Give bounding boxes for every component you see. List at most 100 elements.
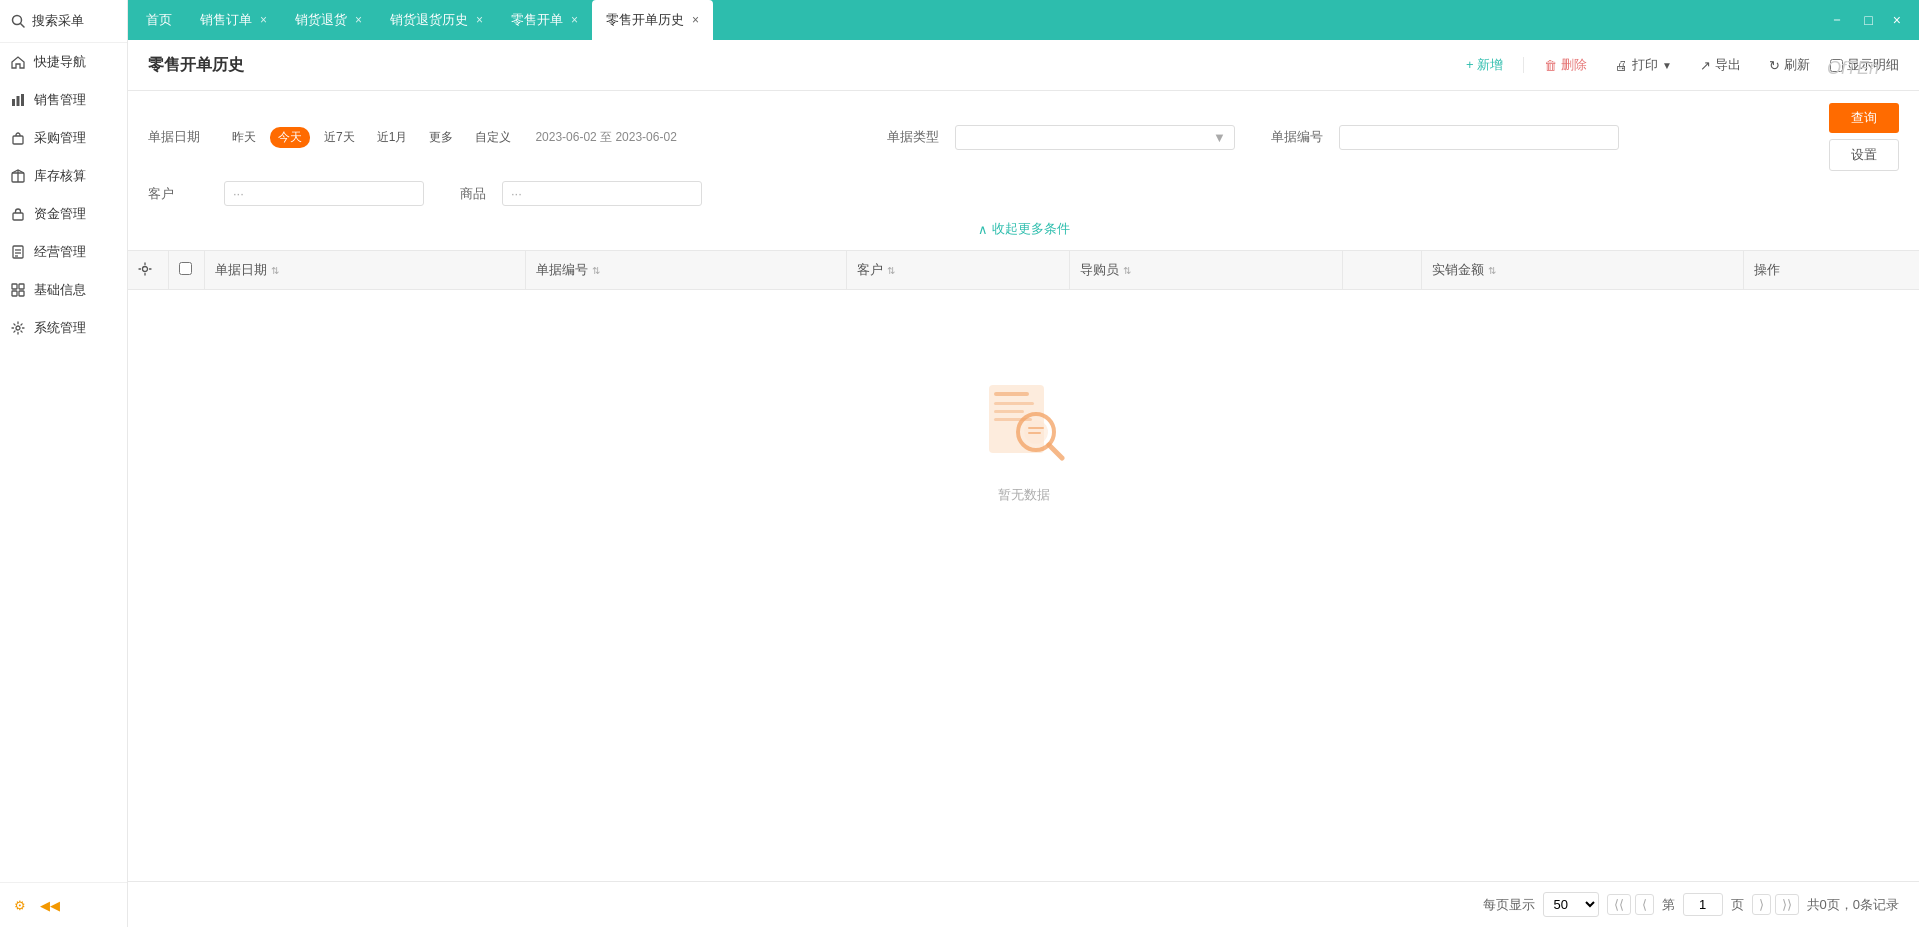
query-button[interactable]: 查询	[1829, 103, 1899, 133]
settings-icon[interactable]: ⚙	[10, 895, 30, 915]
sidebar-item-label: 库存核算	[34, 167, 86, 185]
date-opt-today[interactable]: 今天	[270, 127, 310, 148]
th-amount[interactable]: 实销金额 ⇅	[1422, 251, 1743, 290]
tab-close-icon[interactable]: ×	[476, 13, 483, 27]
customer-input[interactable]: ···	[224, 181, 424, 206]
date-options: 昨天 今天 近7天 近1月 更多 自定义	[224, 127, 519, 148]
filter-area: 单据日期 昨天 今天 近7天 近1月 更多 自定义 2023-06-02 至 2…	[128, 91, 1919, 251]
print-chevron-icon: ▼	[1662, 60, 1672, 71]
svg-rect-3	[17, 96, 20, 106]
date-opt-custom[interactable]: 自定义	[467, 127, 519, 148]
tab-sales-return[interactable]: 销货退货 ×	[281, 0, 376, 40]
th-action: 操作	[1743, 251, 1919, 290]
date-label: 单据日期	[148, 128, 208, 146]
number-input[interactable]	[1339, 125, 1619, 150]
data-table: 单据日期 ⇅ 单据编号 ⇅ 客户 ⇅	[128, 251, 1919, 290]
main-content: 首页 销售订单 × 销货退货 × 销货退货历史 × 零售开单 × 零售开单历史 …	[128, 0, 1919, 927]
page-label: 第	[1658, 896, 1679, 914]
page-input[interactable]	[1683, 893, 1723, 916]
goods-label: 商品	[460, 185, 486, 203]
svg-rect-15	[12, 291, 17, 296]
sidebar-item-label: 资金管理	[34, 205, 86, 223]
empty-state: 暂无数据	[128, 290, 1919, 584]
display-detail-toggle[interactable]: 显示明细	[1830, 56, 1899, 74]
sidebar-search-label: 搜索采单	[32, 12, 84, 30]
th-customer-label: 客户	[857, 261, 883, 279]
sidebar-item-finance[interactable]: 资金管理	[0, 195, 127, 233]
sidebar-item-sales[interactable]: 销售管理	[0, 81, 127, 119]
date-opt-7days[interactable]: 近7天	[316, 127, 363, 148]
svg-rect-13	[12, 284, 17, 289]
prev-page-btn[interactable]: ⟨	[1635, 894, 1654, 915]
refresh-button[interactable]: ↻ 刷新	[1761, 52, 1818, 78]
delete-button[interactable]: 🗑 删除	[1536, 52, 1595, 78]
goods-input[interactable]: ···	[502, 181, 702, 206]
svg-rect-14	[19, 284, 24, 289]
toolbar: + 新增 🗑 删除 🖨 打印 ▼ ↗ 导出 ↻ 刷新 显示明细	[1458, 52, 1899, 78]
th-customer[interactable]: 客户 ⇅	[847, 251, 1070, 290]
date-opt-1month[interactable]: 近1月	[369, 127, 416, 148]
date-opt-more[interactable]: 更多	[421, 127, 461, 148]
table-container[interactable]: 单据日期 ⇅ 单据编号 ⇅ 客户 ⇅	[128, 251, 1919, 881]
select-all-checkbox[interactable]	[179, 262, 192, 275]
collapse-label: 收起更多条件	[992, 220, 1070, 238]
first-page-btn[interactable]: ⟨⟨	[1607, 894, 1631, 915]
table-header-row: 单据日期 ⇅ 单据编号 ⇅ 客户 ⇅	[128, 251, 1919, 290]
customer-label: 客户	[148, 185, 208, 203]
collapse-button[interactable]: ∧ 收起更多条件	[148, 216, 1899, 242]
sort-icon: ⇅	[887, 265, 895, 276]
export-label: 导出	[1715, 56, 1741, 74]
th-date-label: 单据日期	[215, 261, 267, 279]
collapse-sidebar-icon[interactable]: ◀◀	[40, 895, 60, 915]
tab-retail-open-history[interactable]: 零售开单历史 ×	[592, 0, 713, 40]
tab-sales-order[interactable]: 销售订单 ×	[186, 0, 281, 40]
sidebar-item-basic-info[interactable]: 基础信息	[0, 271, 127, 309]
svg-rect-21	[994, 402, 1034, 405]
type-select-arrow: ▼	[1213, 130, 1226, 145]
next-page-btn[interactable]: ⟩	[1752, 894, 1771, 915]
tab-close-icon[interactable]: ×	[260, 13, 267, 27]
sidebar-search[interactable]: 搜索采单	[0, 0, 127, 43]
display-detail-checkbox[interactable]	[1830, 59, 1843, 72]
page-size-select[interactable]: 50 10 20 100	[1543, 892, 1599, 917]
sidebar-item-quick-nav[interactable]: 快捷导航	[0, 43, 127, 81]
minimize-btn[interactable]: －	[1824, 9, 1850, 31]
type-select[interactable]: ▼	[955, 125, 1235, 150]
th-guide-label: 导购员	[1080, 261, 1119, 279]
sidebar-item-operations[interactable]: 经营管理	[0, 233, 127, 271]
refresh-icon: ↻	[1769, 58, 1780, 73]
th-guide[interactable]: 导购员 ⇅	[1070, 251, 1342, 290]
tab-close-icon[interactable]: ×	[355, 13, 362, 27]
export-button[interactable]: ↗ 导出	[1692, 52, 1749, 78]
tab-sales-return-history[interactable]: 销货退货历史 ×	[376, 0, 497, 40]
svg-rect-4	[21, 94, 24, 106]
settings-button[interactable]: 设置	[1829, 139, 1899, 171]
svg-rect-20	[994, 392, 1029, 396]
th-date[interactable]: 单据日期 ⇅	[204, 251, 525, 290]
maximize-btn[interactable]: □	[1858, 10, 1878, 30]
date-opt-yesterday[interactable]: 昨天	[224, 127, 264, 148]
th-settings[interactable]	[128, 251, 168, 290]
tab-bar: 首页 销售订单 × 销货退货 × 销货退货历史 × 零售开单 × 零售开单历史 …	[128, 0, 1919, 40]
th-number-label: 单据编号	[536, 261, 588, 279]
print-button[interactable]: 🖨 打印 ▼	[1607, 52, 1680, 78]
sidebar-item-system[interactable]: 系统管理	[0, 309, 127, 347]
tab-close-icon[interactable]: ×	[692, 13, 699, 27]
export-icon: ↗	[1700, 58, 1711, 73]
tab-close-icon[interactable]: ×	[571, 13, 578, 27]
tab-retail-open-label: 零售开单	[511, 11, 563, 29]
sidebar-item-inventory[interactable]: 库存核算	[0, 157, 127, 195]
tab-home[interactable]: 首页	[132, 0, 186, 40]
divider	[1523, 57, 1524, 73]
page-text: 页	[1727, 896, 1748, 914]
sidebar-bottom: ⚙ ◀◀	[0, 882, 127, 927]
th-number[interactable]: 单据编号 ⇅	[525, 251, 846, 290]
th-checkbox[interactable]	[168, 251, 204, 290]
box-icon	[10, 168, 26, 184]
close-btn[interactable]: ×	[1887, 10, 1907, 30]
tab-retail-open[interactable]: 零售开单 ×	[497, 0, 592, 40]
tab-retail-open-history-label: 零售开单历史	[606, 11, 684, 29]
sidebar-item-purchase[interactable]: 采购管理	[0, 119, 127, 157]
add-button[interactable]: + 新增	[1458, 52, 1511, 78]
last-page-btn[interactable]: ⟩⟩	[1775, 894, 1799, 915]
